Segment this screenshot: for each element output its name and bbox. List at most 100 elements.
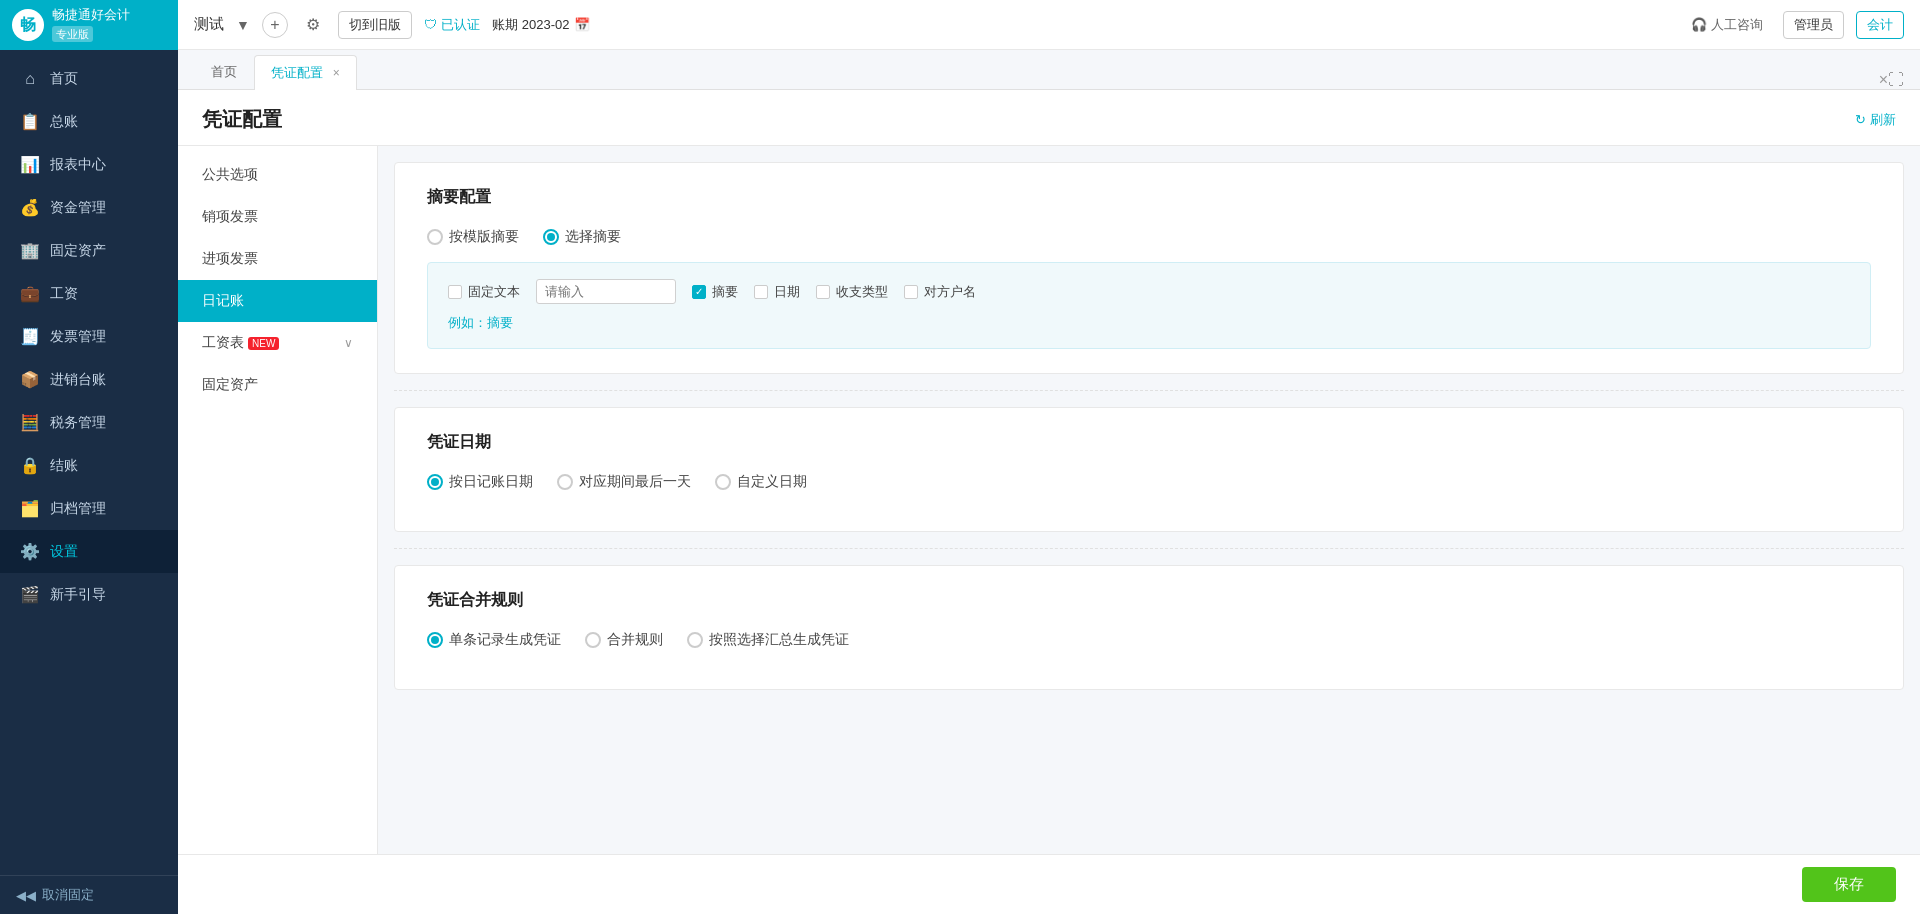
window-close-button[interactable]: ×	[1879, 71, 1888, 89]
settings-button[interactable]: ⚙	[300, 12, 326, 38]
user-button[interactable]: 管理员	[1783, 11, 1844, 39]
assets-icon: 🏢	[20, 241, 40, 260]
checkbox-box-fixed-text	[448, 285, 462, 299]
fixed-text-input[interactable]	[536, 279, 676, 304]
add-company-button[interactable]: +	[262, 12, 288, 38]
radio-merge-rule[interactable]: 合并规则	[585, 631, 663, 649]
radio-journal-date[interactable]: 按日记账日期	[427, 473, 533, 491]
nav-item-purchase-invoice[interactable]: 进项发票	[178, 238, 377, 280]
page-header: 凭证配置 ↻ 刷新	[178, 90, 1920, 146]
radio-single-record[interactable]: 单条记录生成凭证	[427, 631, 561, 649]
certified-status: 🛡 已认证	[424, 16, 480, 34]
sidebar: 畅 畅捷通好会计 专业版 ⌂ 首页 📋 总账 📊 报表中心 💰 资金管理	[0, 0, 178, 914]
voucher-merge-radio-group: 单条记录生成凭证 合并规则 按照选择汇总生成凭证	[427, 631, 1871, 649]
company-name: 测试	[194, 15, 224, 34]
summary-example: 例如：摘要	[448, 314, 1850, 332]
tax-icon: 🧮	[20, 413, 40, 432]
sidebar-item-closing[interactable]: 🔒 结账	[0, 444, 178, 487]
sidebar-item-tax[interactable]: 🧮 税务管理	[0, 401, 178, 444]
right-content: 摘要配置 按模版摘要 选择摘要	[378, 146, 1920, 914]
chevron-down-icon: ∨	[344, 336, 353, 350]
checkbox-date[interactable]: 日期	[754, 283, 800, 301]
closing-icon: 🔒	[20, 456, 40, 475]
ledger-icon: 📋	[20, 112, 40, 131]
nav-item-fixed-assets[interactable]: 固定资产	[178, 364, 377, 406]
radio-circle-journal-date	[427, 474, 443, 490]
left-nav: 公共选项 销项发票 进项发票 日记账 工资表 NEW ∨	[178, 146, 378, 914]
company-dropdown-icon[interactable]: ▼	[236, 17, 250, 33]
tab-close-icon[interactable]: ×	[333, 66, 340, 80]
nav-item-journal[interactable]: 日记账	[178, 280, 377, 322]
refresh-button[interactable]: ↻ 刷新	[1855, 111, 1896, 129]
guide-icon: 🎬	[20, 585, 40, 604]
sidebar-item-ledger[interactable]: 📋 总账	[0, 100, 178, 143]
radio-circle-custom-date	[715, 474, 731, 490]
summary-config-box: 固定文本 ✓ 摘要 日期	[427, 262, 1871, 349]
inner-layout: 公共选项 销项发票 进项发票 日记账 工资表 NEW ∨	[178, 146, 1920, 914]
bottom-bar: 保存	[178, 854, 1920, 914]
radio-template[interactable]: 按模版摘要	[427, 228, 519, 246]
sidebar-nav: ⌂ 首页 📋 总账 📊 报表中心 💰 资金管理 🏢 固定资产 💼 工资	[0, 50, 178, 875]
checkbox-box-income-expense	[816, 285, 830, 299]
sidebar-item-archive[interactable]: 🗂️ 归档管理	[0, 487, 178, 530]
tab-home[interactable]: 首页	[194, 54, 254, 89]
summary-config-row: 固定文本 ✓ 摘要 日期	[448, 279, 1850, 304]
checkbox-income-expense[interactable]: 收支类型	[816, 283, 888, 301]
sidebar-item-invoice[interactable]: 🧾 发票管理	[0, 315, 178, 358]
voucher-merge-title: 凭证合并规则	[427, 590, 1871, 611]
service-button[interactable]: 🎧 人工咨询	[1691, 16, 1763, 34]
reports-icon: 📊	[20, 155, 40, 174]
gear-icon: ⚙	[306, 15, 320, 34]
radio-circle-period-last	[557, 474, 573, 490]
tabbar: 首页 凭证配置 × × ⛶	[178, 50, 1920, 90]
nav-item-public[interactable]: 公共选项	[178, 154, 377, 196]
radio-summary-generate[interactable]: 按照选择汇总生成凭证	[687, 631, 849, 649]
checkbox-summary[interactable]: ✓ 摘要	[692, 283, 738, 301]
divider-2	[394, 548, 1904, 549]
checkbox-box-date	[754, 285, 768, 299]
summary-config-section: 摘要配置 按模版摘要 选择摘要	[394, 162, 1904, 374]
voucher-date-radio-group: 按日记账日期 对应期间最后一天 自定义日期	[427, 473, 1871, 491]
shield-icon: 🛡	[424, 17, 437, 32]
nav-item-payroll-table[interactable]: 工资表 NEW ∨	[178, 322, 377, 364]
sidebar-item-purchase-sales[interactable]: 📦 进销台账	[0, 358, 178, 401]
checkbox-counterpart[interactable]: 对方户名	[904, 283, 976, 301]
sidebar-item-guide[interactable]: 🎬 新手引导	[0, 573, 178, 616]
sidebar-item-home[interactable]: ⌂ 首页	[0, 58, 178, 100]
checkbox-box-summary: ✓	[692, 285, 706, 299]
home-icon: ⌂	[20, 70, 40, 88]
tab-voucher-config[interactable]: 凭证配置 ×	[254, 55, 357, 90]
calendar-icon[interactable]: 📅	[574, 17, 590, 32]
switch-old-version-button[interactable]: 切到旧版	[338, 11, 412, 39]
headset-icon: 🎧	[1691, 17, 1707, 32]
radio-circle-summary-generate	[687, 632, 703, 648]
settings-icon: ⚙️	[20, 542, 40, 561]
sidebar-item-assets[interactable]: 🏢 固定资产	[0, 229, 178, 272]
summary-config-title: 摘要配置	[427, 187, 1871, 208]
main-area: 测试 ▼ + ⚙ 切到旧版 🛡 已认证 账期 2023-02 📅 🎧 人工咨询	[178, 0, 1920, 914]
sidebar-item-settings[interactable]: ⚙️ 设置	[0, 530, 178, 573]
sidebar-item-capital[interactable]: 💰 资金管理	[0, 186, 178, 229]
voucher-date-title: 凭证日期	[427, 432, 1871, 453]
payroll-icon: 💼	[20, 284, 40, 303]
role-button[interactable]: 会计	[1856, 11, 1904, 39]
cancel-fixed-button[interactable]: ◀◀ 取消固定	[0, 875, 178, 914]
radio-select[interactable]: 选择摘要	[543, 228, 621, 246]
radio-circle-single-record	[427, 632, 443, 648]
refresh-icon: ↻	[1855, 112, 1866, 127]
add-icon: +	[270, 16, 279, 34]
save-button[interactable]: 保存	[1802, 867, 1896, 902]
pin-icon: ◀◀	[16, 888, 36, 903]
nav-item-sales-invoice[interactable]: 销项发票	[178, 196, 377, 238]
sidebar-item-reports[interactable]: 📊 报表中心	[0, 143, 178, 186]
voucher-date-section: 凭证日期 按日记账日期 对应期间最后一天	[394, 407, 1904, 532]
radio-period-last[interactable]: 对应期间最后一天	[557, 473, 691, 491]
window-expand-button[interactable]: ⛶	[1888, 71, 1904, 89]
checkbox-fixed-text[interactable]: 固定文本	[448, 283, 520, 301]
logo-icon: 畅	[12, 9, 44, 41]
radio-circle-merge-rule	[585, 632, 601, 648]
logo-text: 畅捷通好会计 专业版	[52, 7, 130, 43]
sidebar-item-payroll[interactable]: 💼 工资	[0, 272, 178, 315]
radio-custom-date[interactable]: 自定义日期	[715, 473, 807, 491]
archive-icon: 🗂️	[20, 499, 40, 518]
